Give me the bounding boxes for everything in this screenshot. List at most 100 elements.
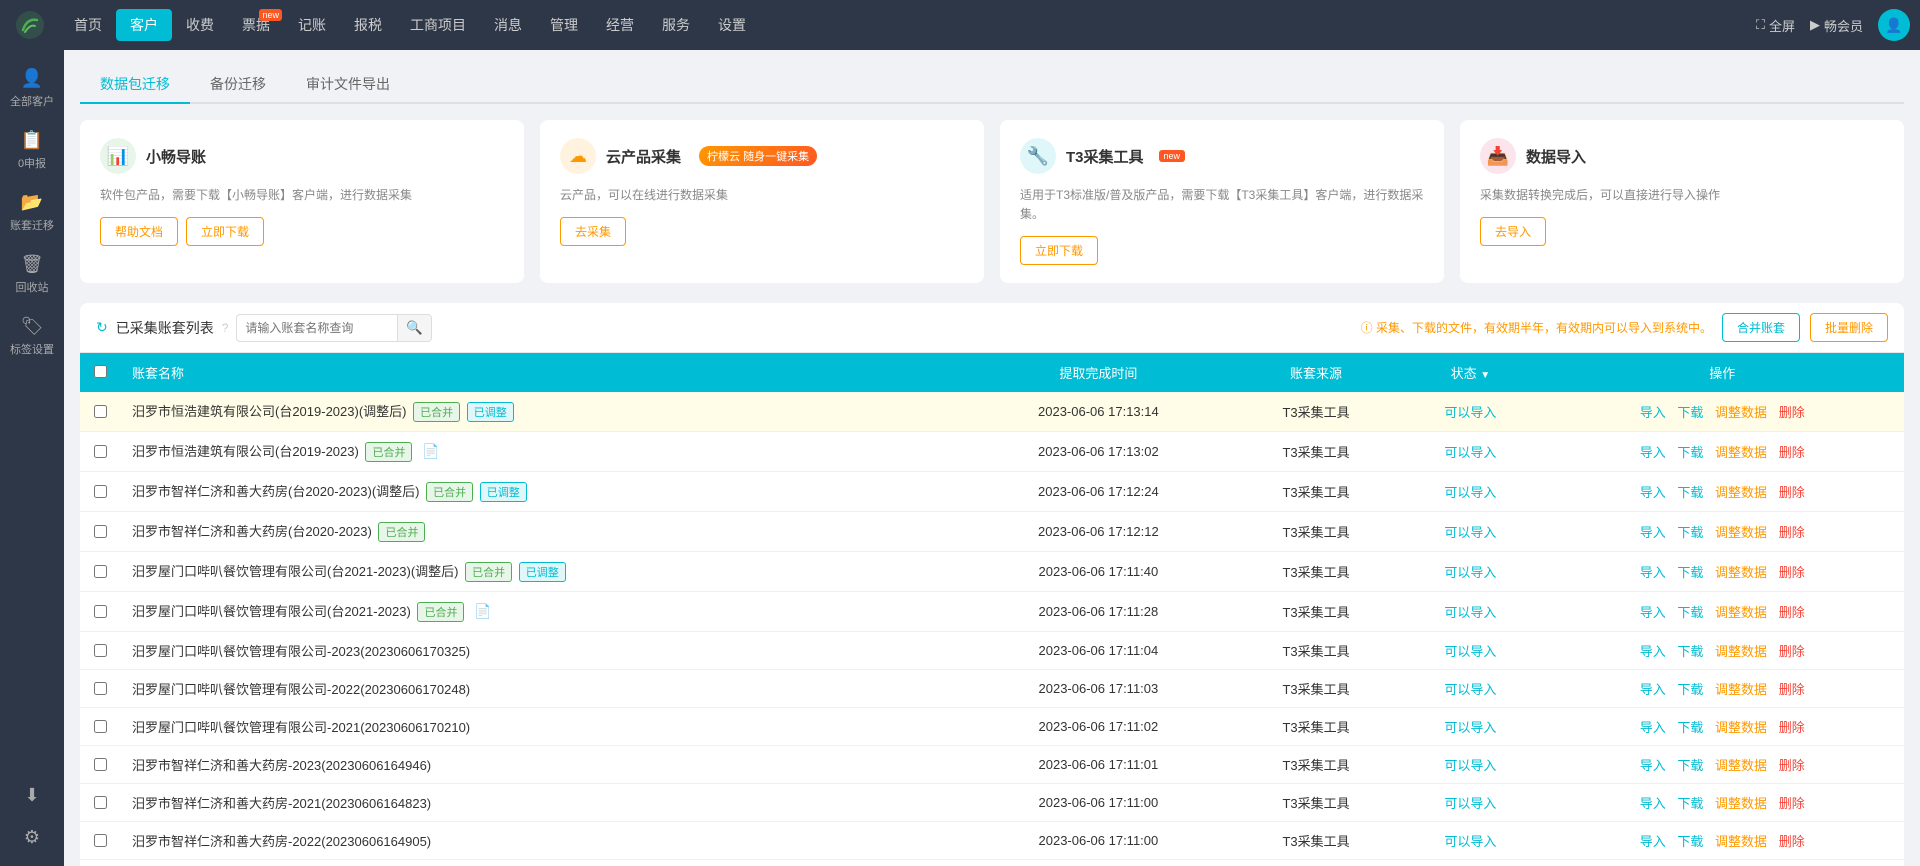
sidebar-item-tag-settings[interactable]: 🏷 标签设置 (4, 308, 60, 365)
tab-data-migration[interactable]: 数据包迁移 (80, 66, 190, 104)
adjust-btn[interactable]: 调整数据 (1715, 755, 1767, 774)
nav-fee[interactable]: 收费 (172, 9, 228, 41)
adjust-btn[interactable]: 调整数据 (1715, 562, 1767, 581)
row-checkbox[interactable] (94, 405, 107, 418)
adjust-btn[interactable]: 调整数据 (1715, 641, 1767, 660)
list-section: ↻ 已采集账套列表 ? 🔍 ⓘ 采集、下载的文件，有效期半年，有效期内可以导入到… (80, 303, 1904, 866)
nav-manage[interactable]: 管理 (536, 9, 592, 41)
sidebar-item-settings[interactable]: ⚙ (4, 819, 60, 856)
row-checkbox[interactable] (94, 758, 107, 771)
user-avatar[interactable]: 👤 (1878, 9, 1910, 41)
download-btn[interactable]: 下载 (1677, 831, 1703, 850)
delete-btn[interactable]: 删除 (1779, 442, 1805, 461)
download-btn[interactable]: 下载 (1677, 522, 1703, 541)
nav-message[interactable]: 消息 (480, 9, 536, 41)
delete-btn[interactable]: 删除 (1779, 562, 1805, 581)
row-checkbox[interactable] (94, 834, 107, 847)
delete-btn[interactable]: 删除 (1779, 755, 1805, 774)
card-import: 📥 数据导入 采集数据转换完成后，可以直接进行导入操作 去导入 (1460, 120, 1904, 283)
nav-business[interactable]: 工商项目 (396, 9, 480, 41)
fullscreen-button[interactable]: ⛶ 全屏 (1756, 16, 1795, 35)
download-btn[interactable]: 下载 (1677, 755, 1703, 774)
search-button[interactable]: 🔍 (397, 315, 431, 341)
import-btn[interactable]: 导入 (1640, 522, 1666, 541)
adjust-btn[interactable]: 调整数据 (1715, 402, 1767, 421)
adjust-btn[interactable]: 调整数据 (1715, 482, 1767, 501)
delete-btn[interactable]: 删除 (1779, 679, 1805, 698)
nav-service[interactable]: 服务 (648, 9, 704, 41)
download-btn[interactable]: 下载 (1677, 402, 1703, 421)
import-btn[interactable]: 导入 (1640, 679, 1666, 698)
download-btn[interactable]: 下载 (1677, 562, 1703, 581)
nav-tax[interactable]: 报税 (340, 9, 396, 41)
import-btn[interactable]: 导入 (1640, 402, 1666, 421)
row-checkbox[interactable] (94, 445, 107, 458)
member-button[interactable]: ▶ 畅会员 (1810, 16, 1863, 35)
nav-home[interactable]: 首页 (60, 9, 116, 41)
sidebar-item-download[interactable]: ⬇ (4, 777, 60, 814)
tab-backup-migration[interactable]: 备份迁移 (190, 66, 286, 104)
download-btn[interactable]: 下载 (1677, 482, 1703, 501)
adjust-btn[interactable]: 调整数据 (1715, 717, 1767, 736)
delete-btn[interactable]: 删除 (1779, 402, 1805, 421)
adjust-btn[interactable]: 调整数据 (1715, 442, 1767, 461)
delete-btn[interactable]: 删除 (1779, 831, 1805, 850)
import-btn[interactable]: 导入 (1640, 442, 1666, 461)
row-checkbox[interactable] (94, 605, 107, 618)
delete-btn[interactable]: 删除 (1779, 482, 1805, 501)
delete-btn[interactable]: 删除 (1779, 602, 1805, 621)
search-input[interactable] (237, 321, 397, 335)
adjust-btn[interactable]: 调整数据 (1715, 679, 1767, 698)
cloud-collect-btn[interactable]: 去采集 (560, 217, 626, 246)
nav-customer[interactable]: 客户 (116, 9, 172, 41)
import-btn[interactable]: 导入 (1640, 755, 1666, 774)
refresh-icon[interactable]: ↻ (96, 319, 108, 336)
import-btn[interactable]: 导入 (1640, 602, 1666, 621)
sidebar-item-all-customers[interactable]: 👤 全部客户 (4, 60, 60, 117)
row-checkbox[interactable] (94, 796, 107, 809)
search-box[interactable]: 🔍 (236, 314, 432, 342)
download-btn[interactable]: 下载 (1677, 602, 1703, 621)
adjust-btn[interactable]: 调整数据 (1715, 793, 1767, 812)
delete-btn[interactable]: 删除 (1779, 793, 1805, 812)
nav-invoice[interactable]: 票据 new (228, 9, 284, 41)
select-all-checkbox[interactable] (94, 365, 107, 378)
import-btn[interactable]: 导入 (1640, 717, 1666, 736)
sidebar-item-recycle[interactable]: 🗑 回收站 (4, 246, 60, 303)
import-btn[interactable]: 导入 (1640, 482, 1666, 501)
tab-audit-export[interactable]: 审计文件导出 (286, 66, 410, 104)
delete-btn[interactable]: 删除 (1779, 717, 1805, 736)
delete-btn[interactable]: 删除 (1779, 641, 1805, 660)
download-btn[interactable]: 下载 (1677, 793, 1703, 812)
import-btn[interactable]: 导入 (1640, 562, 1666, 581)
sidebar-item-account-migration[interactable]: 📂 账套迁移 (4, 184, 60, 241)
import-go-btn[interactable]: 去导入 (1480, 217, 1546, 246)
adjust-btn[interactable]: 调整数据 (1715, 831, 1767, 850)
row-checkbox[interactable] (94, 720, 107, 733)
xiaochang-download-btn[interactable]: 立即下载 (186, 217, 264, 246)
nav-bookkeeping[interactable]: 记账 (284, 9, 340, 41)
nav-settings[interactable]: 设置 (704, 9, 760, 41)
row-checkbox[interactable] (94, 525, 107, 538)
download-btn[interactable]: 下载 (1677, 717, 1703, 736)
row-checkbox[interactable] (94, 565, 107, 578)
download-btn[interactable]: 下载 (1677, 679, 1703, 698)
download-btn[interactable]: 下载 (1677, 442, 1703, 461)
t3-download-btn[interactable]: 立即下载 (1020, 236, 1098, 265)
sidebar-item-zero-report[interactable]: 📋 0申报 (4, 122, 60, 179)
adjust-btn[interactable]: 调整数据 (1715, 522, 1767, 541)
row-checkbox[interactable] (94, 644, 107, 657)
merge-account-btn[interactable]: 合并账套 (1722, 313, 1800, 342)
adjust-btn[interactable]: 调整数据 (1715, 602, 1767, 621)
import-btn[interactable]: 导入 (1640, 793, 1666, 812)
xiaochang-help-btn[interactable]: 帮助文档 (100, 217, 178, 246)
nav-operation[interactable]: 经营 (592, 9, 648, 41)
th-checkbox (80, 353, 120, 392)
import-btn[interactable]: 导入 (1640, 641, 1666, 660)
batch-delete-btn[interactable]: 批量删除 (1810, 313, 1888, 342)
delete-btn[interactable]: 删除 (1779, 522, 1805, 541)
import-btn[interactable]: 导入 (1640, 831, 1666, 850)
row-checkbox[interactable] (94, 485, 107, 498)
download-btn[interactable]: 下载 (1677, 641, 1703, 660)
row-checkbox[interactable] (94, 682, 107, 695)
